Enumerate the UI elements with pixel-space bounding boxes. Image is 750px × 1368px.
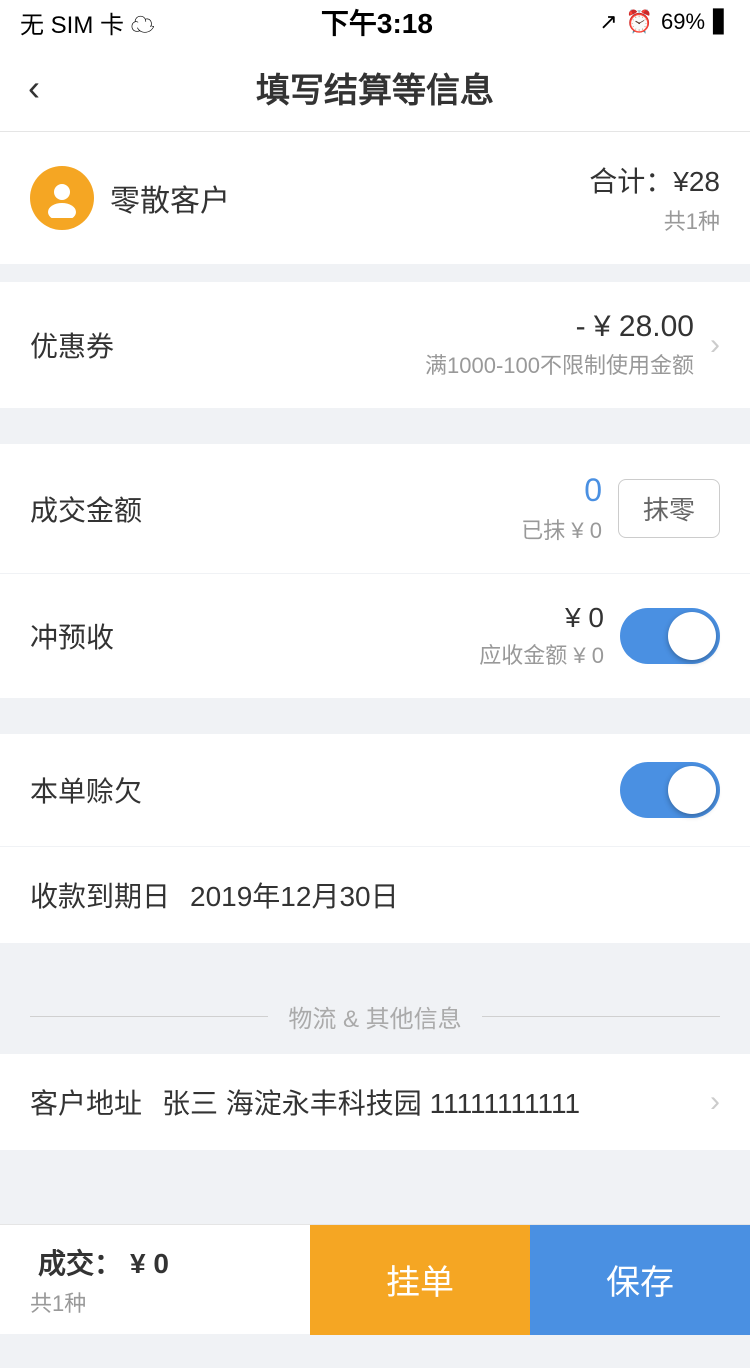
- deal-text: 成交：: [38, 1248, 122, 1279]
- sep-line-right: [482, 1016, 720, 1017]
- deal-amount-right: 0 已抹 ¥ 0 抹零: [521, 472, 720, 545]
- coupon-discount: - ¥ 28.00: [425, 310, 694, 344]
- battery-label: 69%: [661, 9, 705, 35]
- deal-amount-row: 成交金额 0 已抹 ¥ 0 抹零: [0, 444, 750, 574]
- due-date-label: 收款到期日: [30, 875, 170, 915]
- coupon-section[interactable]: 优惠券 - ¥ 28.00 满1000-100不限制使用金额 ›: [0, 282, 750, 408]
- own-debt-label: 本单赊欠: [30, 770, 142, 810]
- address-section[interactable]: 客户地址 张三 海淀永丰科技园 11111111111 ›: [0, 1054, 750, 1150]
- own-debt-section: 本单赊欠 收款到期日 2019年12月30日: [0, 734, 750, 943]
- nav-bar: ‹ 填写结算等信息: [0, 44, 750, 132]
- prepay-toggle[interactable]: [620, 608, 720, 664]
- chevron-right-icon: ›: [710, 328, 720, 362]
- bottom-bar: 成交： ¥ 0 共1种 挂单 保存: [0, 1224, 750, 1334]
- round-off-button[interactable]: 抹零: [618, 479, 720, 538]
- own-debt-right: [620, 762, 720, 818]
- battery-icon: ▋: [713, 9, 730, 35]
- coupon-row[interactable]: 优惠券 - ¥ 28.00 满1000-100不限制使用金额 ›: [0, 282, 750, 408]
- deal-value: ¥ 0: [130, 1248, 169, 1279]
- own-debt-toggle[interactable]: [620, 762, 720, 818]
- deal-amount-value-block: 0 已抹 ¥ 0: [521, 472, 602, 545]
- status-bar: 无 SIM 卡 ☁ 下午3:18 ↗ ⏰ 69% ▋: [0, 0, 750, 44]
- user-icon: [42, 178, 82, 218]
- total-count: 共1种: [589, 204, 720, 236]
- charge-receivable: 应收金额 ¥ 0: [479, 638, 604, 670]
- bottom-count: 共1种: [30, 1286, 280, 1318]
- toggle-knob: [668, 612, 716, 660]
- status-right: ↗ ⏰ 69% ▋: [599, 9, 730, 35]
- save-button[interactable]: 保存: [530, 1225, 750, 1335]
- address-label: 客户地址: [30, 1082, 142, 1122]
- alarm-icon: ⏰: [626, 9, 653, 35]
- charge-amount: ¥ 0: [479, 602, 604, 634]
- address-chevron-icon: ›: [710, 1085, 720, 1119]
- charge-text-block: ¥ 0 应收金额 ¥ 0: [479, 602, 604, 670]
- logistics-label: 物流 & 其他信息: [288, 999, 461, 1034]
- address-row[interactable]: 客户地址 张三 海淀永丰科技园 11111111111 ›: [0, 1054, 750, 1150]
- coupon-value: - ¥ 28.00 满1000-100不限制使用金额: [425, 310, 694, 380]
- back-button[interactable]: ‹: [28, 67, 40, 109]
- prepay-charge-row: 冲预收 ¥ 0 应收金额 ¥ 0: [0, 574, 750, 698]
- customer-info: 零散客户: [30, 166, 230, 230]
- address-value: 张三 海淀永丰科技园 11111111111: [162, 1082, 690, 1122]
- location-icon: ↗: [599, 9, 617, 35]
- customer-name: 零散客户: [110, 176, 230, 220]
- sim-label: 无 SIM 卡 ☁: [20, 5, 155, 40]
- bottom-deal-label: 成交： ¥ 0: [30, 1242, 280, 1282]
- own-debt-toggle-knob: [668, 766, 716, 814]
- page-title: 填写结算等信息: [256, 63, 494, 112]
- status-time: 下午3:18: [321, 2, 433, 42]
- divider-1: [0, 426, 750, 444]
- prepay-charge-label: 冲预收: [30, 616, 114, 656]
- bottom-left: 成交： ¥ 0 共1种: [0, 1242, 310, 1318]
- own-debt-row: 本单赊欠: [0, 734, 750, 847]
- deal-amount-value: 0: [521, 472, 602, 509]
- coupon-desc: 满1000-100不限制使用金额: [425, 348, 694, 380]
- total-amount: 合计：¥28: [589, 160, 720, 200]
- deal-section: 成交金额 0 已抹 ¥ 0 抹零 冲预收 ¥ 0 应收金额 ¥ 0: [0, 444, 750, 698]
- logistics-separator: 物流 & 其他信息: [0, 979, 750, 1054]
- sep-line-left: [30, 1016, 268, 1017]
- deal-amount-sub: 已抹 ¥ 0: [521, 513, 602, 545]
- customer-row: 零散客户 合计：¥28 共1种: [0, 132, 750, 264]
- prepay-charge-right: ¥ 0 应收金额 ¥ 0: [479, 602, 720, 670]
- deal-amount-label: 成交金额: [30, 489, 142, 529]
- customer-section: 零散客户 合计：¥28 共1种: [0, 132, 750, 264]
- avatar: [30, 166, 94, 230]
- divider-3: [0, 961, 750, 979]
- due-date-row: 收款到期日 2019年12月30日: [0, 847, 750, 943]
- coupon-right: - ¥ 28.00 满1000-100不限制使用金额 ›: [425, 310, 720, 380]
- customer-total: 合计：¥28 共1种: [589, 160, 720, 236]
- divider-2: [0, 716, 750, 734]
- due-date-value: 2019年12月30日: [190, 875, 399, 915]
- coupon-label: 优惠券: [30, 325, 114, 365]
- hold-button[interactable]: 挂单: [310, 1225, 530, 1335]
- status-left: 无 SIM 卡 ☁: [20, 5, 155, 40]
